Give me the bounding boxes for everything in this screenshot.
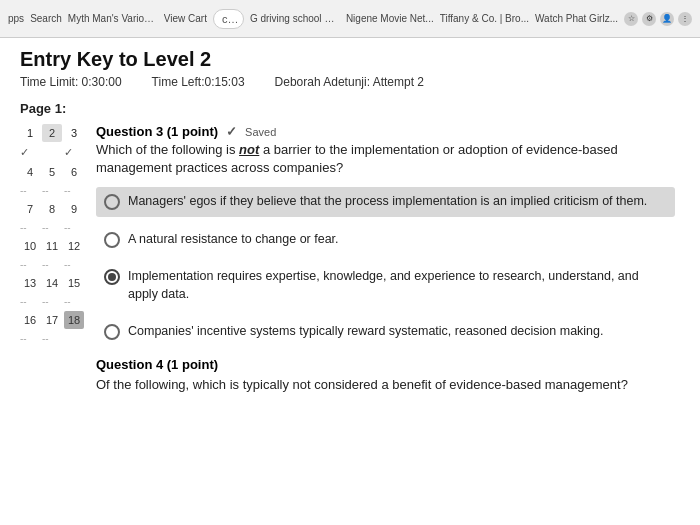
radio-b[interactable] xyxy=(104,232,120,248)
nav-check-3: ✓ xyxy=(64,146,84,159)
nav-dash-17: -- xyxy=(42,333,62,344)
main-area: 1 2 3 ✓ ✓ 4 5 6 -- -- -- 7 xyxy=(20,124,680,394)
nav-cell-9[interactable]: 9 xyxy=(64,200,84,218)
nav-cell-7[interactable]: 7 xyxy=(20,200,40,218)
tab-myth[interactable]: Myth Man's Variou... xyxy=(68,13,158,24)
answer-text-b: A natural resistance to change or fear. xyxy=(128,231,339,249)
user-icon[interactable]: 👤 xyxy=(660,12,674,26)
question-nav-sidebar: 1 2 3 ✓ ✓ 4 5 6 -- -- -- 7 xyxy=(20,124,84,394)
nav-dash-9: -- xyxy=(64,222,84,233)
star-icon[interactable]: ☆ xyxy=(624,12,638,26)
nav-dash-16: -- xyxy=(20,333,40,344)
saved-badge: Saved xyxy=(245,126,276,138)
nav-cell-3[interactable]: 3 xyxy=(64,124,84,142)
tab-nigene[interactable]: Nigene Movie Net... xyxy=(346,13,434,24)
attempt-label: Deborah Adetunji: Attempt 2 xyxy=(275,75,424,89)
tab-search[interactable]: Search xyxy=(30,13,62,24)
time-left: Time Left:0:15:03 xyxy=(152,75,245,89)
answer-option-b[interactable]: A natural resistance to change or fear. xyxy=(96,225,675,255)
tab-driving[interactable]: G driving school aro... xyxy=(250,13,340,24)
nav-cell-11[interactable]: 11 xyxy=(42,237,62,255)
tab-tiffany[interactable]: Tiffany & Co. | Bro... xyxy=(440,13,529,24)
nav-dash-18 xyxy=(64,333,84,344)
page-label: Page 1: xyxy=(20,101,680,116)
answer-text-c: Implementation requires expertise, knowl… xyxy=(128,268,667,303)
nav-dash-6: -- xyxy=(64,185,84,196)
question4-header: Question 4 (1 point) xyxy=(96,357,675,372)
nav-cell-15[interactable]: 15 xyxy=(64,274,84,292)
answer-option-a[interactable]: Managers' egos if they believe that the … xyxy=(96,187,675,217)
tab-pps[interactable]: pps xyxy=(8,13,24,24)
page-content: Entry Key to Level 2 Time Limit: 0:30:00… xyxy=(0,38,700,525)
nav-dash-12: -- xyxy=(64,259,84,270)
radio-c[interactable] xyxy=(104,269,120,285)
nav-dash-4: -- xyxy=(20,185,40,196)
nav-cell-6[interactable]: 6 xyxy=(64,163,84,181)
nav-dash-14: -- xyxy=(42,296,62,307)
tab-phat[interactable]: Watch Phat Girlz... xyxy=(535,13,618,24)
nav-cell-18[interactable]: 18 xyxy=(64,311,84,329)
nav-cell-1[interactable]: 1 xyxy=(20,124,40,142)
nav-dash-11: -- xyxy=(42,259,62,270)
tab-viewcart[interactable]: View Cart xyxy=(164,13,207,24)
nav-check-2 xyxy=(42,146,62,159)
nav-cell-2[interactable]: 2 xyxy=(42,124,62,142)
url-bar[interactable]: content/43104.3/View xyxy=(213,9,244,29)
time-limit: Time Limit: 0:30:00 xyxy=(20,75,122,89)
nav-cell-16[interactable]: 16 xyxy=(20,311,40,329)
nav-cell-10[interactable]: 10 xyxy=(20,237,40,255)
browser-icons: ☆ ⚙ 👤 ⋮ xyxy=(624,12,692,26)
nav-dash-5: -- xyxy=(42,185,62,196)
nav-cell-14[interactable]: 14 xyxy=(42,274,62,292)
question3-header: Question 3 (1 point) ✓ Saved xyxy=(96,124,675,139)
nav-cell-5[interactable]: 5 xyxy=(42,163,62,181)
nav-dash-8: -- xyxy=(42,222,62,233)
not-emphasis: not xyxy=(239,142,259,157)
answer-option-d[interactable]: Companies' incentive systems typically r… xyxy=(96,317,675,347)
nav-cell-12[interactable]: 12 xyxy=(64,237,84,255)
answer-text-a: Managers' egos if they believe that the … xyxy=(128,193,647,211)
meta-row: Time Limit: 0:30:00 Time Left:0:15:03 De… xyxy=(20,75,680,89)
saved-checkmark: ✓ xyxy=(226,124,237,139)
radio-d[interactable] xyxy=(104,324,120,340)
nav-cell-4[interactable]: 4 xyxy=(20,163,40,181)
question-area: Question 3 (1 point) ✓ Saved Which of th… xyxy=(96,124,680,394)
browser-chrome: pps Search Myth Man's Variou... View Car… xyxy=(0,0,700,38)
answer-text-d: Companies' incentive systems typically r… xyxy=(128,323,604,341)
nav-cell-13[interactable]: 13 xyxy=(20,274,40,292)
radio-a[interactable] xyxy=(104,194,120,210)
nav-dash-15: -- xyxy=(64,296,84,307)
question3-text: Which of the following is not a barrier … xyxy=(96,141,675,177)
question4-text: Of the following, which is typically not… xyxy=(96,376,675,394)
answer-option-c[interactable]: Implementation requires expertise, knowl… xyxy=(96,262,675,309)
question3-label: Question 3 (1 point) xyxy=(96,124,218,139)
settings-icon[interactable]: ⚙ xyxy=(642,12,656,26)
page-title: Entry Key to Level 2 xyxy=(20,48,680,71)
nav-check-1: ✓ xyxy=(20,146,40,159)
nav-cell-17[interactable]: 17 xyxy=(42,311,62,329)
nav-dash-10: -- xyxy=(20,259,40,270)
nav-cell-8[interactable]: 8 xyxy=(42,200,62,218)
nav-dash-13: -- xyxy=(20,296,40,307)
nav-dash-7: -- xyxy=(20,222,40,233)
grid-icon[interactable]: ⋮ xyxy=(678,12,692,26)
